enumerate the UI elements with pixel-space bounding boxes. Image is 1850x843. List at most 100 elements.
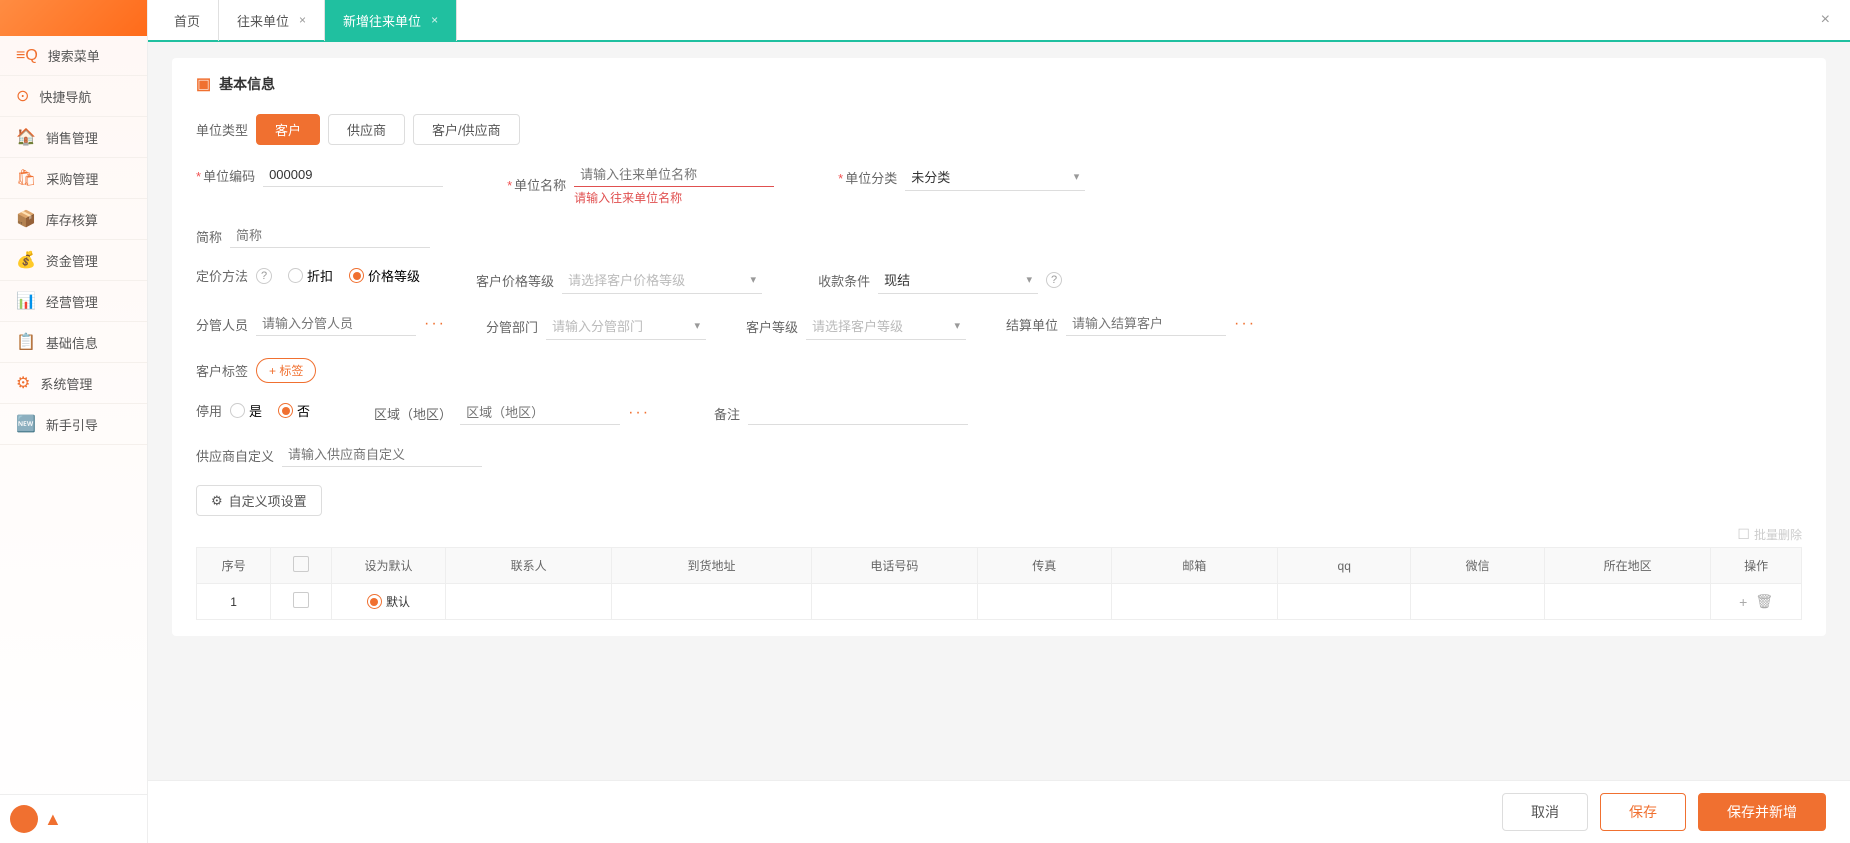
phone-input[interactable] [854, 594, 934, 609]
row-default-radio[interactable]: 默认 [342, 593, 435, 610]
section-title-text: 基本信息 [219, 74, 275, 94]
row-fax[interactable] [978, 584, 1111, 620]
email-input[interactable] [1154, 594, 1234, 609]
col-fax: 传真 [978, 548, 1111, 584]
tab-partners[interactable]: 往来单位 × [219, 0, 325, 41]
row-add-btn[interactable]: + [1739, 594, 1747, 610]
row-wechat[interactable] [1411, 584, 1544, 620]
sales-icon: 🏠 [16, 127, 36, 147]
manager-input[interactable] [256, 312, 416, 336]
manager-label: 分管人员 [196, 315, 248, 334]
tab-new-partner-close[interactable]: × [431, 13, 438, 27]
settlement-label: 结算单位 [1006, 315, 1058, 334]
tag-add-button[interactable]: + 标签 [256, 358, 316, 383]
remark-input[interactable] [748, 401, 968, 425]
sidebar-item-finance[interactable]: 💰 资金管理 [0, 240, 147, 281]
region-more-btn[interactable]: ··· [628, 404, 650, 422]
category-select[interactable]: 未分类 ▾ [905, 163, 1085, 191]
settlement-more-btn[interactable]: ··· [1234, 315, 1256, 333]
sidebar-item-quicknav[interactable]: ⊙ 快捷导航 [0, 76, 147, 117]
row-qq[interactable] [1277, 584, 1410, 620]
wechat-input[interactable] [1448, 594, 1508, 609]
tab-home[interactable]: 首页 [156, 0, 219, 41]
sidebar: ≡Q 搜索菜单 ⊙ 快捷导航 🏠 销售管理 🛍 采购管理 📦 库存核算 💰 资金… [0, 0, 148, 843]
sidebar-item-inventory[interactable]: 📦 库存核算 [0, 199, 147, 240]
save-new-button[interactable]: 保存并新增 [1698, 793, 1826, 831]
pricing-pricelevel-radio[interactable]: 价格等级 [349, 266, 420, 285]
row-region-input[interactable] [1588, 594, 1668, 609]
tab-bar-close-button[interactable]: × [1809, 11, 1842, 29]
address-input[interactable] [661, 594, 761, 609]
customer-price-select[interactable]: 请选择客户价格等级 ▾ [562, 266, 762, 294]
code-field: *单位编码 [196, 163, 443, 187]
sidebar-label-guide: 新手引导 [46, 415, 98, 434]
row-address[interactable] [612, 584, 811, 620]
unit-type-row: 单位类型 客户 供应商 客户/供应商 [196, 114, 1802, 145]
supplier-custom-input[interactable] [282, 443, 482, 467]
pricing-discount-radio[interactable]: 折扣 [288, 266, 333, 285]
col-wechat: 微信 [1411, 548, 1544, 584]
col-default: 设为默认 [332, 548, 446, 584]
manager-more-btn[interactable]: ··· [424, 315, 446, 333]
unit-type-supplier[interactable]: 供应商 [328, 114, 405, 145]
sidebar-item-sales[interactable]: 🏠 销售管理 [0, 117, 147, 158]
disabled-no-outer [278, 403, 293, 418]
sidebar-header [0, 0, 147, 36]
payment-label: 收款条件 [818, 271, 870, 290]
unit-type-customer[interactable]: 客户 [256, 114, 320, 145]
tags-label: 客户标签 [196, 361, 248, 380]
name-input[interactable] [574, 163, 774, 187]
tab-partners-label: 往来单位 [237, 11, 289, 30]
unit-type-both[interactable]: 客户/供应商 [413, 114, 520, 145]
tab-partners-close[interactable]: × [299, 13, 306, 27]
pricing-question-icon[interactable]: ? [256, 268, 272, 284]
cancel-button[interactable]: 取消 [1502, 793, 1588, 831]
department-select[interactable]: 请输入分管部门 ▾ [546, 312, 706, 340]
payment-question-icon[interactable]: ? [1046, 272, 1062, 288]
row-actions-cell: + 🗑 [1711, 584, 1802, 620]
row-phone[interactable] [811, 584, 977, 620]
tab-bar: 首页 往来单位 × 新增往来单位 × × [148, 0, 1850, 42]
sidebar-item-basic[interactable]: 📋 基础信息 [0, 322, 147, 363]
row-region[interactable] [1544, 584, 1710, 620]
customer-price-label: 客户价格等级 [476, 271, 554, 290]
sidebar-item-search[interactable]: ≡Q 搜索菜单 [0, 36, 147, 76]
custom-settings-button[interactable]: ⚙ 自定义项设置 [196, 485, 322, 516]
section-title-icon: ▣ [196, 74, 211, 94]
sidebar-item-purchase[interactable]: 🛍 采购管理 [0, 158, 147, 199]
qq-input[interactable] [1314, 594, 1374, 609]
sidebar-item-guide[interactable]: 🆕 新手引导 [0, 404, 147, 445]
search-icon: ≡Q [16, 47, 38, 65]
region-field: 区域（地区） ··· [374, 401, 650, 425]
region-input[interactable] [460, 401, 620, 425]
payment-select[interactable]: 现结 ▾ [878, 266, 1038, 294]
sidebar-footer-icon2: ▲ [44, 809, 62, 830]
row-contact[interactable] [445, 584, 611, 620]
code-input[interactable] [263, 163, 443, 187]
sidebar-item-system[interactable]: ⚙ 系统管理 [0, 363, 147, 404]
shortname-input[interactable] [230, 224, 430, 248]
disabled-yes-radio[interactable]: 是 [230, 401, 262, 420]
save-button[interactable]: 保存 [1600, 793, 1686, 831]
sidebar-label-system: 系统管理 [40, 374, 92, 393]
select-all-checkbox[interactable] [293, 556, 309, 572]
batch-delete-label[interactable]: 批量删除 [1754, 526, 1802, 543]
customer-level-select[interactable]: 请选择客户等级 ▾ [806, 312, 966, 340]
unit-type-label: 单位类型 [196, 120, 248, 139]
tab-new-partner[interactable]: 新增往来单位 × [325, 0, 457, 41]
sidebar-item-operations[interactable]: 📊 经营管理 [0, 281, 147, 322]
pricing-pricelevel-label: 价格等级 [368, 266, 420, 285]
col-email: 邮箱 [1111, 548, 1277, 584]
disabled-no-radio[interactable]: 否 [278, 401, 310, 420]
row-email[interactable] [1111, 584, 1277, 620]
col-no: 序号 [197, 548, 271, 584]
row-delete-btn[interactable]: 🗑 [1755, 593, 1773, 610]
name-error-msg: 请输入往来单位名称 [574, 189, 774, 206]
department-chevron: ▾ [694, 319, 700, 332]
settlement-input[interactable] [1066, 312, 1226, 336]
contact-input[interactable] [489, 594, 569, 609]
shortname-label: 简称 [196, 227, 222, 246]
customer-level-label: 客户等级 [746, 317, 798, 336]
fax-input[interactable] [1014, 594, 1074, 609]
row-checkbox[interactable] [293, 592, 309, 608]
